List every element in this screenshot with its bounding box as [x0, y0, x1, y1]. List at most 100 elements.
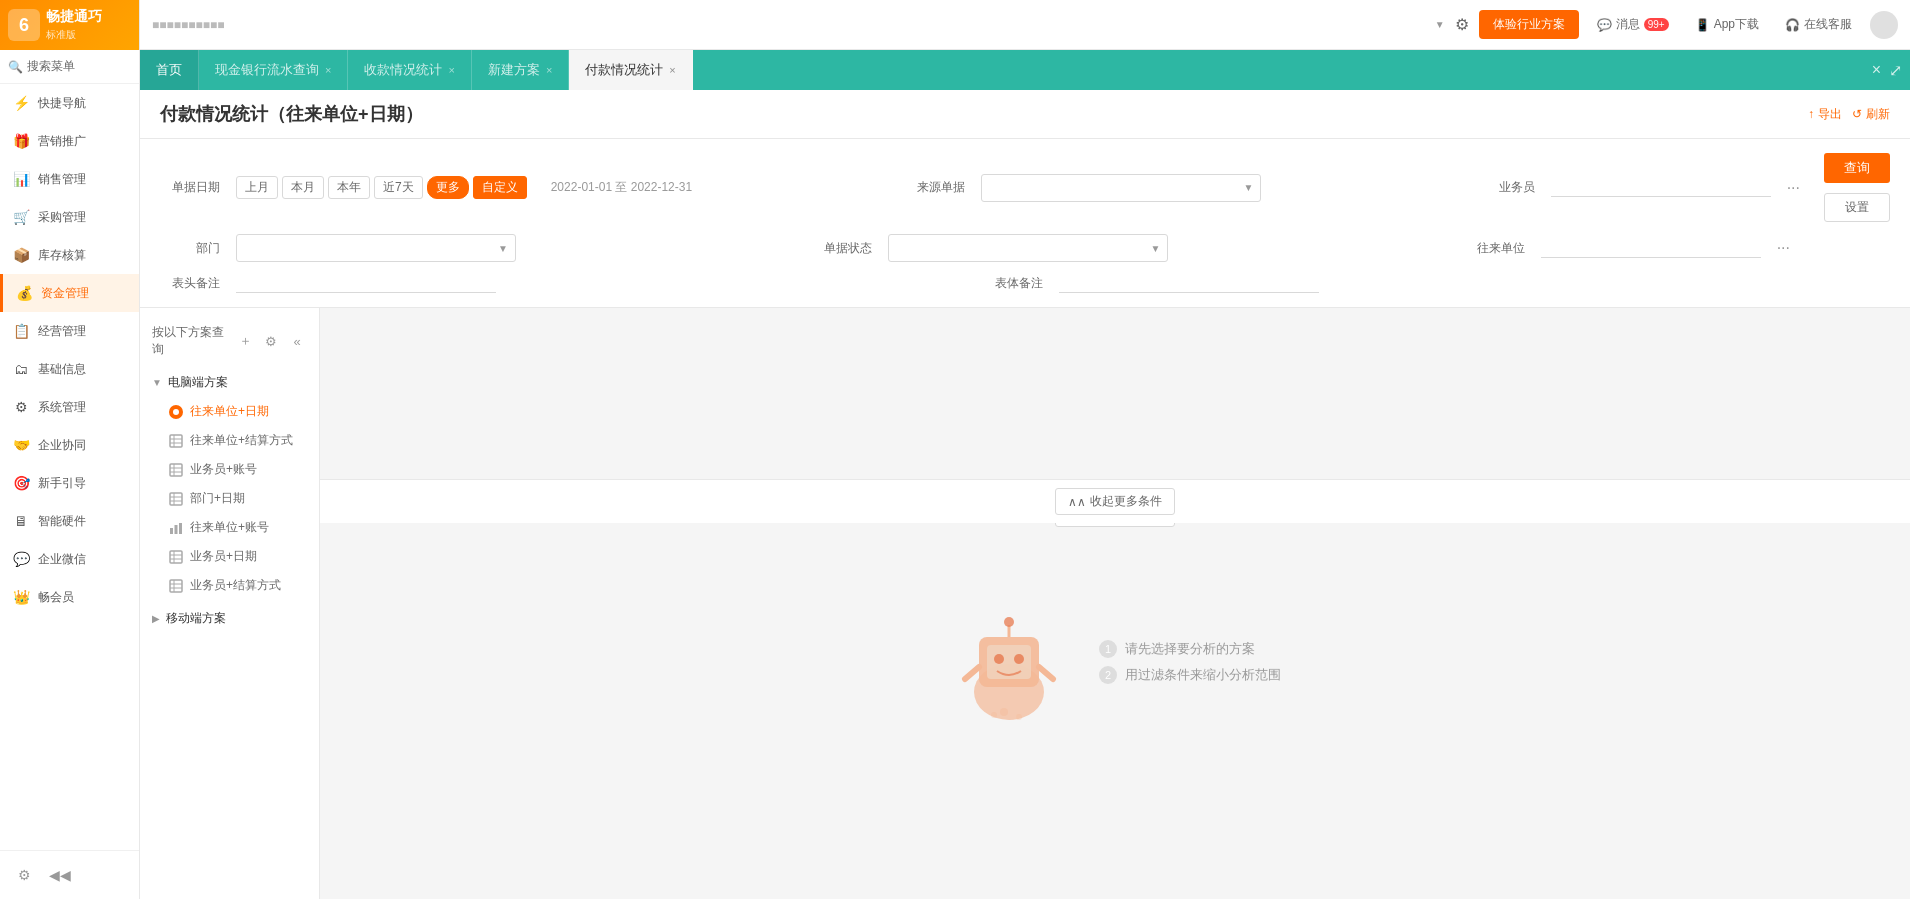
refresh-btn[interactable]: ↺ 刷新 [1852, 106, 1890, 123]
main-content: ■■■■■■■■■■ ▼ ⚙ 体验行业方案 💬 消息 99+ 📱 App下载 🎧… [140, 0, 1910, 899]
scheme-item-6[interactable]: 业务员+结算方式 [140, 571, 319, 600]
date-btn-this-year[interactable]: 本年 [328, 176, 370, 199]
scheme-group-desktop-header[interactable]: ▼ 电脑端方案 [140, 368, 319, 397]
user-avatar[interactable] [1870, 11, 1898, 39]
tab-payment-close[interactable]: × [669, 64, 675, 76]
sidebar-item-coop[interactable]: 🤝 企业协同 [0, 426, 139, 464]
scheme-item-1[interactable]: 往来单位+结算方式 [140, 426, 319, 455]
tab-receipt-close[interactable]: × [448, 64, 454, 76]
scheme-item-5[interactable]: 业务员+日期 [140, 542, 319, 571]
guide-icon: 🎯 [12, 474, 30, 492]
collapse-sidebar-btn[interactable]: ◀◀ [46, 861, 74, 889]
download-icon: 📱 [1695, 18, 1710, 32]
scheme-item-2[interactable]: 业务员+账号 [140, 455, 319, 484]
expand-icon: ▼ [152, 377, 162, 388]
related-input[interactable] [1541, 239, 1761, 258]
status-select[interactable] [888, 234, 1168, 262]
date-btn-7days[interactable]: 近7天 [374, 176, 423, 199]
sidebar-item-purchase[interactable]: 🛒 采购管理 [0, 198, 139, 236]
sidebar-item-marketing[interactable]: 🎁 营销推广 [0, 122, 139, 160]
tab-payment[interactable]: 付款情况统计 × [569, 50, 692, 90]
table-header-note-label: 表头备注 [160, 275, 220, 292]
tab-receipt-label: 收款情况统计 [364, 61, 442, 79]
add-scheme-btn[interactable]: ＋ [235, 331, 255, 351]
topbar-dropdown[interactable]: ▼ [1435, 19, 1445, 30]
industry-btn[interactable]: 体验行业方案 [1479, 10, 1579, 39]
date-btns: 上月 本月 本年 近7天 更多 自定义 [236, 176, 527, 199]
tip-1-text: 请先选择要分析的方案 [1125, 640, 1255, 658]
scheme-item-label: 往来单位+日期 [190, 403, 269, 420]
message-badge: 99+ [1644, 18, 1669, 31]
message-btn[interactable]: 💬 消息 99+ [1589, 12, 1677, 37]
scheme-item-label: 往来单位+结算方式 [190, 432, 293, 449]
empty-state: 1 请先选择要分析的方案 2 用过滤条件来缩小分析范围 [949, 597, 1281, 727]
svg-rect-13 [170, 528, 173, 534]
settings-scheme-btn[interactable]: ⚙ [261, 331, 281, 351]
tab-new[interactable]: 新建方案 × [472, 50, 569, 90]
empty-tips: 1 请先选择要分析的方案 2 用过滤条件来缩小分析范围 [1099, 640, 1281, 684]
empty-illustration [949, 597, 1069, 727]
sidebar-item-basic[interactable]: 🗂 基础信息 [0, 350, 139, 388]
sidebar-item-fund[interactable]: 💰 资金管理 [0, 274, 139, 312]
tab-bank[interactable]: 现金银行流水查询 × [199, 50, 348, 90]
export-icon: ↑ [1808, 107, 1814, 121]
gear-icon[interactable]: ⚙ [1455, 15, 1469, 34]
scheme-group-mobile-header[interactable]: ▶ 移动端方案 [140, 604, 319, 633]
employee-input[interactable] [1551, 178, 1771, 197]
tab-bank-close[interactable]: × [325, 64, 331, 76]
app-logo: 6 [8, 9, 40, 41]
export-btn[interactable]: ↑ 导出 [1808, 106, 1842, 123]
tab-expand-btn[interactable]: ⤢ [1889, 61, 1902, 80]
panel-toolbar-icons: ＋ ⚙ « [235, 331, 307, 351]
export-label: 导出 [1818, 106, 1842, 123]
collapse-panel-btn[interactable]: « [287, 331, 307, 351]
collapse-filter-btn[interactable]: ∧∧ 收起更多条件 [1055, 488, 1175, 515]
query-btn[interactable]: 查询 [1824, 153, 1890, 183]
sidebar-item-system[interactable]: ⚙ 系统管理 [0, 388, 139, 426]
settings-btn[interactable]: 设置 [1824, 193, 1890, 222]
svg-rect-20 [170, 580, 182, 592]
dept-select[interactable] [236, 234, 516, 262]
app-download-btn[interactable]: 📱 App下载 [1687, 12, 1767, 37]
tab-new-close[interactable]: × [546, 64, 552, 76]
scheme-item-3[interactable]: 部门+日期 [140, 484, 319, 513]
tab-receipt[interactable]: 收款情况统计 × [348, 50, 471, 90]
online-service-btn[interactable]: 🎧 在线客服 [1777, 12, 1860, 37]
sales-icon: 📊 [12, 170, 30, 188]
collapse-icon: ▶ [152, 613, 160, 624]
employee-dots[interactable]: ··· [1787, 179, 1800, 197]
scheme-item-0[interactable]: 往来单位+日期 [140, 397, 319, 426]
status-label: 单据状态 [812, 240, 872, 257]
date-btn-custom[interactable]: 自定义 [473, 176, 527, 199]
sidebar-item-operation[interactable]: 📋 经营管理 [0, 312, 139, 350]
sidebar-item-hardware[interactable]: 🖥 智能硬件 [0, 502, 139, 540]
related-dots[interactable]: ··· [1777, 239, 1790, 257]
tab-new-label: 新建方案 [488, 61, 540, 79]
left-panel: 按以下方案查询 ＋ ⚙ « ▼ 电脑端方案 [140, 308, 320, 899]
sidebar-item-inventory[interactable]: 📦 库存核算 [0, 236, 139, 274]
search-icon: 🔍 [8, 60, 23, 74]
table-header-note-input[interactable] [236, 274, 496, 293]
scheme-item-4[interactable]: 往来单位+账号 [140, 513, 319, 542]
member-icon: 👑 [12, 588, 30, 606]
sidebar-item-wechat[interactable]: 💬 企业微信 [0, 540, 139, 578]
date-btn-more[interactable]: 更多 [427, 176, 469, 199]
scheme-group-mobile: ▶ 移动端方案 [140, 604, 319, 633]
inventory-icon: 📦 [12, 246, 30, 264]
tab-close-all-btn[interactable]: × [1872, 61, 1881, 79]
date-btn-this-month[interactable]: 本月 [282, 176, 324, 199]
date-btn-last-month[interactable]: 上月 [236, 176, 278, 199]
sidebar-item-quick[interactable]: ⚡ 快捷导航 [0, 84, 139, 122]
source-select[interactable] [981, 174, 1261, 202]
scheme-group-desktop: ▼ 电脑端方案 往来单位+日期 [140, 368, 319, 600]
empty-tip-1: 1 请先选择要分析的方案 [1099, 640, 1281, 658]
settings-footer-btn[interactable]: ⚙ [10, 861, 38, 889]
hardware-icon: 🖥 [12, 512, 30, 530]
search-menu[interactable]: 🔍 搜索菜单 [0, 50, 139, 84]
tab-home[interactable]: 首页 [140, 50, 199, 90]
sidebar-item-sales[interactable]: 📊 销售管理 [0, 160, 139, 198]
sidebar-item-member[interactable]: 👑 畅会员 [0, 578, 139, 616]
table-body-note-input[interactable] [1059, 274, 1319, 293]
sidebar-item-guide[interactable]: 🎯 新手引导 [0, 464, 139, 502]
tabs-bar: 首页 现金银行流水查询 × 收款情况统计 × 新建方案 × 付款情况统计 × ×… [140, 50, 1910, 90]
